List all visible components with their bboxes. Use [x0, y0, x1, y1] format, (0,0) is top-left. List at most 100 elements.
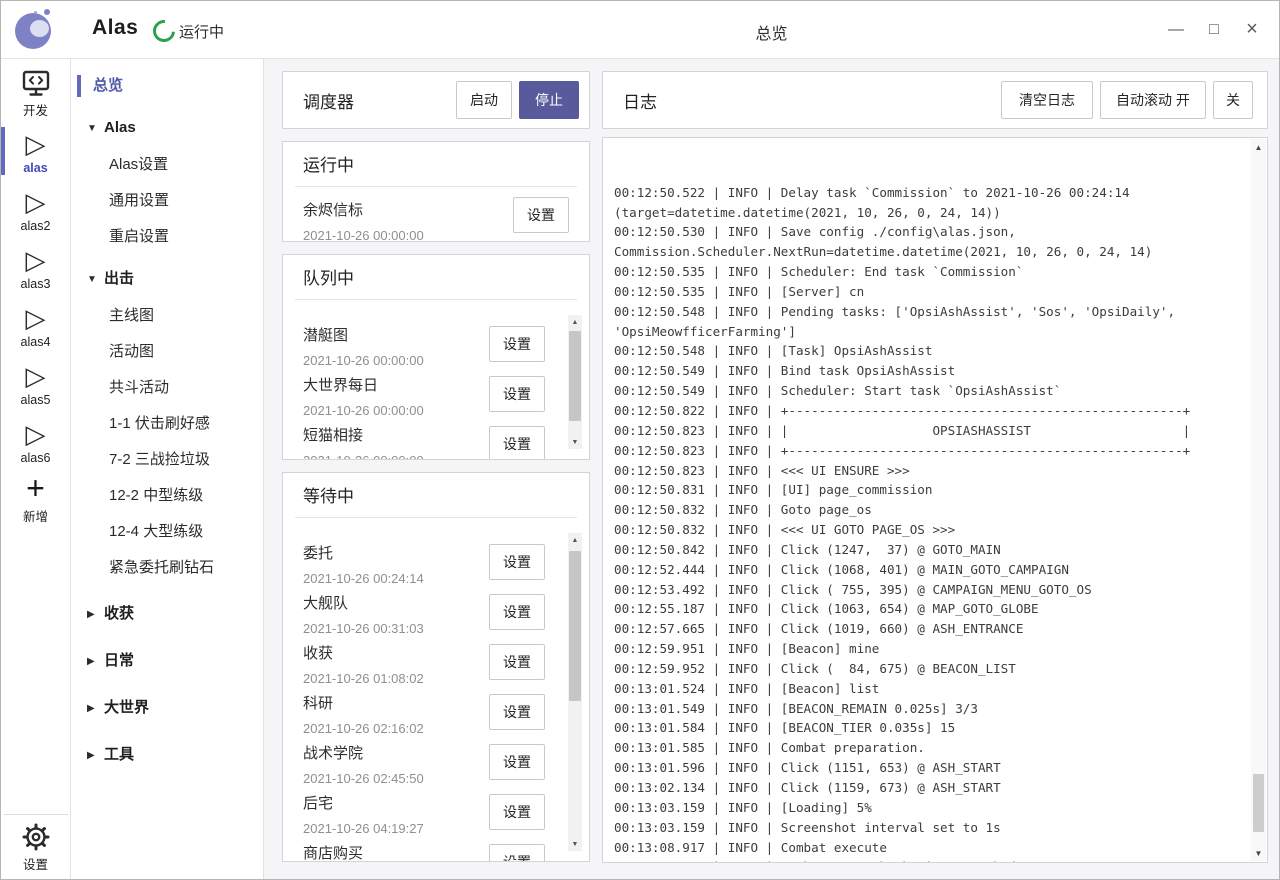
waiting-card: 等待中 委托 2021-10-26 00:24:14 设置 大舰队 2021-1…: [282, 472, 590, 862]
scrollbar-thumb[interactable]: [569, 331, 581, 421]
sidebar-item-alas2[interactable]: ▷ alas2: [1, 180, 70, 238]
task-row: 余烬信标 2021-10-26 00:00:00 设置: [303, 193, 569, 242]
nav-item[interactable]: 7-2 三战捡垃圾: [71, 449, 263, 471]
nav-item[interactable]: 12-2 中型练级: [71, 485, 263, 507]
nav-item[interactable]: Alas设置: [71, 154, 263, 176]
task-settings-button[interactable]: 设置: [489, 744, 545, 780]
scroll-down-icon[interactable]: ▼: [568, 435, 582, 449]
log-line: Commission.Scheduler.NextRun=datetime.da…: [614, 242, 1250, 262]
log-line: 00:12:55.187 | INFO | Click (1063, 654) …: [614, 599, 1250, 619]
nav-item[interactable]: 出击: [71, 268, 263, 291]
sidebar-item-label: alas6: [21, 451, 51, 465]
nav-item-label: 7-2 三战捡垃圾: [109, 451, 210, 468]
task-settings-button[interactable]: 设置: [489, 694, 545, 730]
sidebar-item-dev[interactable]: 开发: [1, 64, 70, 122]
close-icon[interactable]: ×: [1233, 18, 1271, 41]
group-arrow-icon: [87, 698, 104, 720]
task-row: 战术学院 2021-10-26 02:45:50 设置: [303, 732, 545, 782]
log-line: 00:13:03.159 | INFO | Screenshot interva…: [614, 818, 1250, 838]
nav-item[interactable]: 主线图: [71, 305, 263, 327]
task-settings-button[interactable]: 设置: [489, 594, 545, 630]
nav-item-label: 日常: [104, 652, 134, 669]
task-settings-button[interactable]: 设置: [489, 376, 545, 412]
page-title: 总览: [264, 20, 1279, 44]
alas-logo-icon: [15, 8, 57, 50]
play-icon: ▷: [26, 244, 46, 276]
log-line: 00:13:01.524 | INFO | [Beacon] list: [614, 679, 1250, 699]
nav-item-label: 重启设置: [109, 228, 169, 245]
scrollbar-thumb[interactable]: [569, 551, 581, 701]
nav-item[interactable]: 工具: [71, 744, 263, 767]
nav-item[interactable]: 紧急委托刷钻石: [71, 557, 263, 579]
sidebar-item-alas5[interactable]: ▷ alas5: [1, 354, 70, 412]
task-settings-button[interactable]: 设置: [513, 197, 569, 233]
nav-item[interactable]: 收获: [71, 603, 263, 626]
sidebar-item-alas6[interactable]: ▷ alas6: [1, 412, 70, 470]
nav-menu: 总览 Alas Alas设置 通用设置 重启设置 出击 主线图 活动图 共斗活动…: [71, 59, 264, 879]
sidebar-item-alas[interactable]: ▷ alas: [1, 122, 70, 180]
nav-item-label: 紧急委托刷钻石: [109, 559, 214, 576]
log-line: 00:12:53.492 | INFO | Click ( 755, 395) …: [614, 580, 1250, 600]
waiting-title: 等待中: [303, 486, 569, 507]
task-row: 大世界每日 2021-10-26 00:00:00 设置: [303, 364, 545, 414]
scheduler-stop-button[interactable]: 停止: [519, 81, 579, 119]
log-line: 00:12:50.530 | INFO | Save config ./conf…: [614, 222, 1250, 242]
scroll-down-icon[interactable]: ▼: [1251, 845, 1266, 861]
task-settings-button[interactable]: 设置: [489, 544, 545, 580]
log-line: 00:12:50.832 | INFO | <<< UI GOTO PAGE_O…: [614, 520, 1250, 540]
sidebar-item-alas4[interactable]: ▷ alas4: [1, 296, 70, 354]
task-settings-button[interactable]: 设置: [489, 326, 545, 362]
scrollbar[interactable]: ▲ ▼: [568, 533, 582, 851]
scroll-up-icon[interactable]: ▲: [1251, 139, 1266, 155]
task-row: 后宅 2021-10-26 04:19:27 设置: [303, 782, 545, 832]
scrollbar[interactable]: ▲ ▼: [568, 315, 582, 449]
clear-log-button[interactable]: 清空日志: [1001, 81, 1093, 119]
log-line: 00:12:50.832 | INFO | Goto page_os: [614, 500, 1250, 520]
log-output[interactable]: 00:12:50.522 | INFO | Delay task `Commis…: [602, 137, 1268, 863]
nav-item[interactable]: 重启设置: [71, 226, 263, 248]
nav-item[interactable]: 通用设置: [71, 190, 263, 212]
sidebar-item-label: alas2: [21, 219, 51, 233]
log-line: 00:12:57.665 | INFO | Click (1019, 660) …: [614, 619, 1250, 639]
task-settings-button[interactable]: 设置: [489, 794, 545, 830]
play-icon: ▷: [26, 186, 46, 218]
task-settings-button[interactable]: 设置: [489, 426, 545, 460]
sidebar-item-alas3[interactable]: ▷ alas3: [1, 238, 70, 296]
nav-item[interactable]: 活动图: [71, 341, 263, 363]
nav-item-label: 总览: [93, 77, 123, 94]
task-settings-button[interactable]: 设置: [489, 844, 545, 862]
play-icon: ▷: [26, 418, 46, 450]
sidebar-item-settings[interactable]: 设置: [1, 815, 70, 879]
log-line: 00:12:50.522 | INFO | Delay task `Commis…: [614, 183, 1250, 203]
log-line: 00:13:01.596 | INFO | Click (1151, 653) …: [614, 758, 1250, 778]
scroll-up-icon[interactable]: ▲: [568, 533, 582, 547]
nav-item[interactable]: 共斗活动: [71, 377, 263, 399]
group-arrow-icon: [87, 118, 104, 140]
maximize-icon[interactable]: □: [1195, 21, 1233, 39]
scroll-up-icon[interactable]: ▲: [568, 315, 582, 329]
sidebar-item-label: alas5: [21, 393, 51, 407]
nav-item[interactable]: 12-4 大型练级: [71, 521, 263, 543]
sidebar-item-label: alas4: [21, 335, 51, 349]
nav-item[interactable]: 大世界: [71, 697, 263, 720]
task-settings-button[interactable]: 设置: [489, 644, 545, 680]
minimize-icon[interactable]: —: [1157, 21, 1195, 39]
log-line: 00:13:14.027 | INFO | Combat auto check …: [614, 857, 1250, 862]
nav-item-label: 收获: [104, 605, 134, 622]
nav-item[interactable]: 日常: [71, 650, 263, 673]
nav-item-label: 活动图: [109, 343, 154, 360]
autoscroll-off-button[interactable]: 关: [1213, 81, 1253, 119]
nav-item[interactable]: Alas: [71, 117, 263, 140]
nav-item[interactable]: 1-1 伏击刷好感: [71, 413, 263, 435]
app-window: Alas 运行中 总览 — □ × 开发 ▷ alas ▷ alas2 ▷ al…: [0, 0, 1280, 880]
nav-item[interactable]: 总览: [71, 75, 263, 97]
scheduler-panel: 调度器 启动 停止: [282, 71, 590, 129]
scheduler-start-button[interactable]: 启动: [456, 81, 512, 119]
log-title: 日志: [623, 88, 657, 113]
divider: [295, 299, 577, 300]
log-scrollbar[interactable]: ▲ ▼: [1251, 139, 1266, 861]
sidebar-item-add[interactable]: + 新增: [1, 470, 70, 528]
scrollbar-thumb[interactable]: [1253, 774, 1264, 832]
autoscroll-on-button[interactable]: 自动滚动 开: [1100, 81, 1206, 119]
scroll-down-icon[interactable]: ▼: [568, 837, 582, 851]
